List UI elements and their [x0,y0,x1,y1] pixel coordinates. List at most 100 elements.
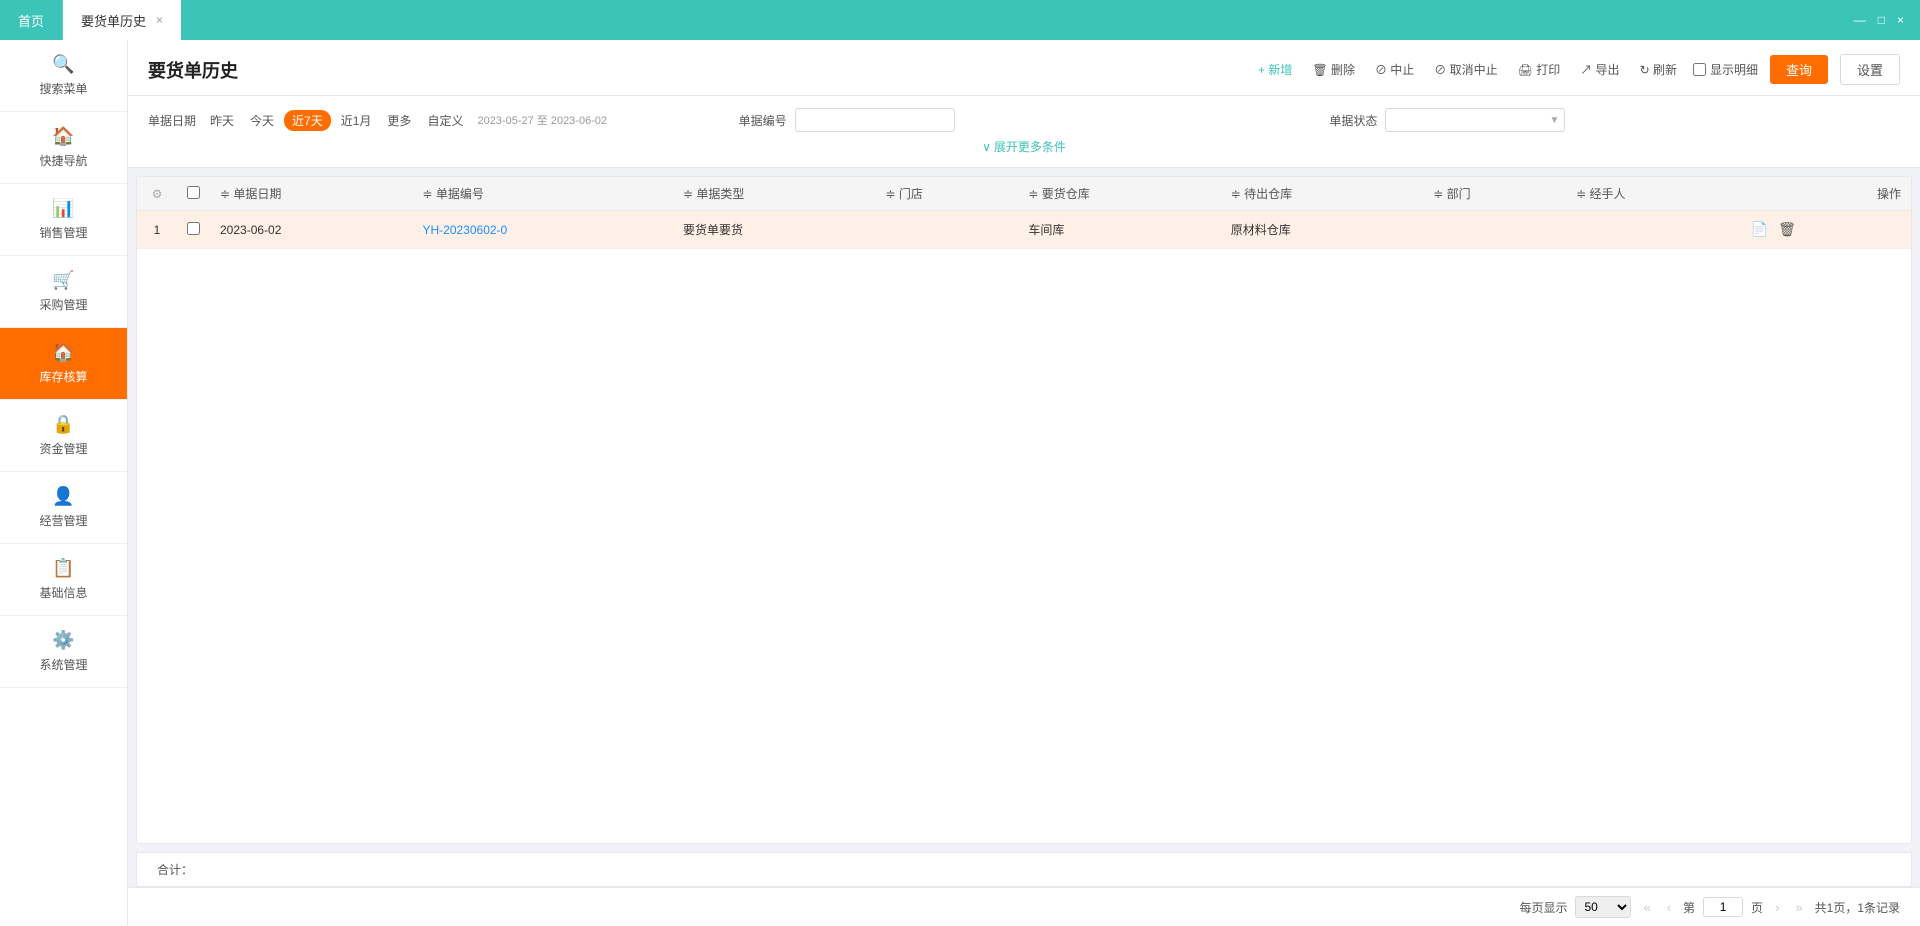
export-button[interactable]: ↗ 导出 [1576,59,1623,80]
sidebar-item-base-info[interactable]: 📋 基础信息 [0,544,127,616]
table-header-row: ⚙ ≑ 单据日期 ≑ 单据编号 ≑ 单据类型 [137,177,1911,211]
sidebar-label-quick-nav: 快捷导航 [39,152,87,169]
window-controls: — □ × [1854,13,1920,27]
page-title: 要货单历史 [148,57,238,83]
row-date: 2023-06-02 [210,211,412,249]
sidebar-item-search-menu[interactable]: 🔍 搜索菜单 [0,40,127,112]
col-req-warehouse[interactable]: ≑ 要货仓库 [1018,177,1220,211]
row-checkbox[interactable] [187,222,200,235]
sidebar: 🔍 搜索菜单 🏠 快捷导航 📊 销售管理 🛒 采购管理 🏠 库存核算 🔒 资金管… [0,40,128,926]
minimize-icon[interactable]: — [1854,13,1866,27]
tab-requisition-history[interactable]: 要货单历史 × [63,0,181,40]
col-handler[interactable]: ≑ 经手人 [1566,177,1739,211]
col-pending-warehouse-label: ≑ 待出仓库 [1231,187,1292,201]
row-store [876,211,1019,249]
filter-area: 单据日期 昨天 今天 近7天 近1月 更多 自定义 2023-05-27 至 2… [128,96,1920,168]
date-btn-custom[interactable]: 自定义 [421,110,469,131]
status-select-wrapper: ▼ [1385,108,1565,132]
next-page-btn[interactable]: › [1771,898,1783,917]
orderno-input[interactable] [795,108,955,132]
first-page-btn[interactable]: « [1639,898,1654,917]
date-btn-yesterday[interactable]: 昨天 [204,110,240,131]
page-label-suffix: 页 [1751,899,1763,916]
status-filter-group: 单据状态 ▼ [1329,108,1900,132]
row-handler [1566,211,1739,249]
orderno-filter-group: 单据编号 [739,108,1310,132]
print-button[interactable]: 🖨 打印 [1514,59,1565,80]
row-no-link[interactable]: YH-20230602-0 [422,223,507,237]
date-btn-1month[interactable]: 近1月 [335,110,378,131]
sidebar-label-purchase-mgmt: 采购管理 [39,296,87,313]
table-footer: 合计： [136,852,1912,887]
col-action-label: 操作 [1877,187,1901,201]
row-delete-icon[interactable]: 🗑 [1776,219,1798,240]
row-dept [1423,211,1566,249]
settings-button[interactable]: 设置 [1840,54,1900,85]
tab-bar: 首页 要货单历史 × [0,0,1854,40]
cancel-stop-button[interactable]: ⊘ 取消中止 [1430,59,1501,80]
expand-more-button[interactable]: ∨ 展开更多条件 [148,138,1900,155]
col-no-label: ≑ 单据编号 [422,187,483,201]
date-btn-7days[interactable]: 近7天 [284,110,331,131]
sales-mgmt-icon: 📊 [52,198,74,219]
col-date[interactable]: ≑ 单据日期 [210,177,412,211]
prev-page-btn[interactable]: ‹ [1663,898,1675,917]
stop-button[interactable]: ⊘ 中止 [1371,59,1418,80]
tab-close-icon[interactable]: × [156,13,163,27]
sidebar-item-purchase-mgmt[interactable]: 🛒 采购管理 [0,256,127,328]
delete-button[interactable]: 🗑 删除 [1308,59,1359,80]
page-header: 要货单历史 + 新增 🗑 删除 ⊘ 中止 ⊘ 取消中止 🖨 打印 ↗ 导出 ↻ … [128,40,1920,96]
sidebar-item-inventory[interactable]: 🏠 库存核算 [0,328,127,400]
sidebar-label-sales-mgmt: 销售管理 [39,224,87,241]
search-menu-icon: 🔍 [52,54,74,75]
display-detail-checkbox[interactable] [1693,63,1706,76]
row-actions: 📄 🗑 [1739,211,1911,249]
col-store[interactable]: ≑ 门店 [876,177,1019,211]
sidebar-item-sales-mgmt[interactable]: 📊 销售管理 [0,184,127,256]
table-settings-icon[interactable]: ⚙ [152,187,163,201]
base-info-icon: 📋 [52,558,74,579]
maximize-icon[interactable]: □ [1878,13,1885,27]
col-type[interactable]: ≑ 单据类型 [673,177,875,211]
col-no[interactable]: ≑ 单据编号 [412,177,673,211]
status-label: 单据状态 [1329,112,1377,129]
date-btn-more[interactable]: 更多 [381,110,417,131]
date-btn-today[interactable]: 今天 [244,110,280,131]
row-type: 要货单要货 [673,211,875,249]
row-no: YH-20230602-0 [412,211,673,249]
col-handler-label: ≑ 经手人 [1576,187,1625,201]
content-area: 要货单历史 + 新增 🗑 删除 ⊘ 中止 ⊘ 取消中止 🖨 打印 ↗ 导出 ↻ … [128,40,1920,926]
display-detail-toggle[interactable]: 显示明细 [1693,61,1758,78]
row-edit-icon[interactable]: 📄 [1749,219,1770,240]
per-page-select[interactable]: 50 10 20 100 [1575,896,1631,918]
tab-home[interactable]: 首页 [0,0,63,40]
query-button[interactable]: 查询 [1770,55,1828,84]
select-all-checkbox[interactable] [187,186,200,199]
date-range-text: 2023-05-27 至 2023-06-02 [477,112,607,128]
date-filter-group: 单据日期 昨天 今天 近7天 近1月 更多 自定义 2023-05-27 至 2… [148,110,719,131]
last-page-btn[interactable]: » [1791,898,1806,917]
expand-more-label: 展开更多条件 [994,138,1066,155]
col-pending-warehouse[interactable]: ≑ 待出仓库 [1221,177,1423,211]
row-pending-warehouse: 原材料仓库 [1221,211,1423,249]
total-info: 共1页，1条记录 [1815,899,1900,916]
date-filter-buttons: 昨天 今天 近7天 近1月 更多 自定义 2023-05-27 至 2023-0… [204,110,607,131]
inventory-icon: 🏠 [52,342,74,363]
sidebar-label-finance-mgmt: 资金管理 [39,440,87,457]
col-req-warehouse-label: ≑ 要货仓库 [1028,187,1089,201]
status-select[interactable] [1385,108,1565,132]
sidebar-label-inventory: 库存核算 [39,368,87,385]
page-input[interactable] [1703,897,1743,917]
col-dept[interactable]: ≑ 部门 [1423,177,1566,211]
refresh-button[interactable]: ↻ 刷新 [1636,59,1681,80]
sidebar-item-finance-mgmt[interactable]: 🔒 资金管理 [0,400,127,472]
sidebar-label-search-menu: 搜索菜单 [39,80,87,97]
new-button[interactable]: + 新增 [1254,59,1296,80]
system-mgmt-icon: ⚙️ [52,630,74,651]
sidebar-item-operations-mgmt[interactable]: 👤 经营管理 [0,472,127,544]
col-settings: ⚙ [137,177,177,211]
sidebar-label-base-info: 基础信息 [39,584,87,601]
close-window-icon[interactable]: × [1897,13,1904,27]
sidebar-item-quick-nav[interactable]: 🏠 快捷导航 [0,112,127,184]
sidebar-item-system-mgmt[interactable]: ⚙️ 系统管理 [0,616,127,688]
